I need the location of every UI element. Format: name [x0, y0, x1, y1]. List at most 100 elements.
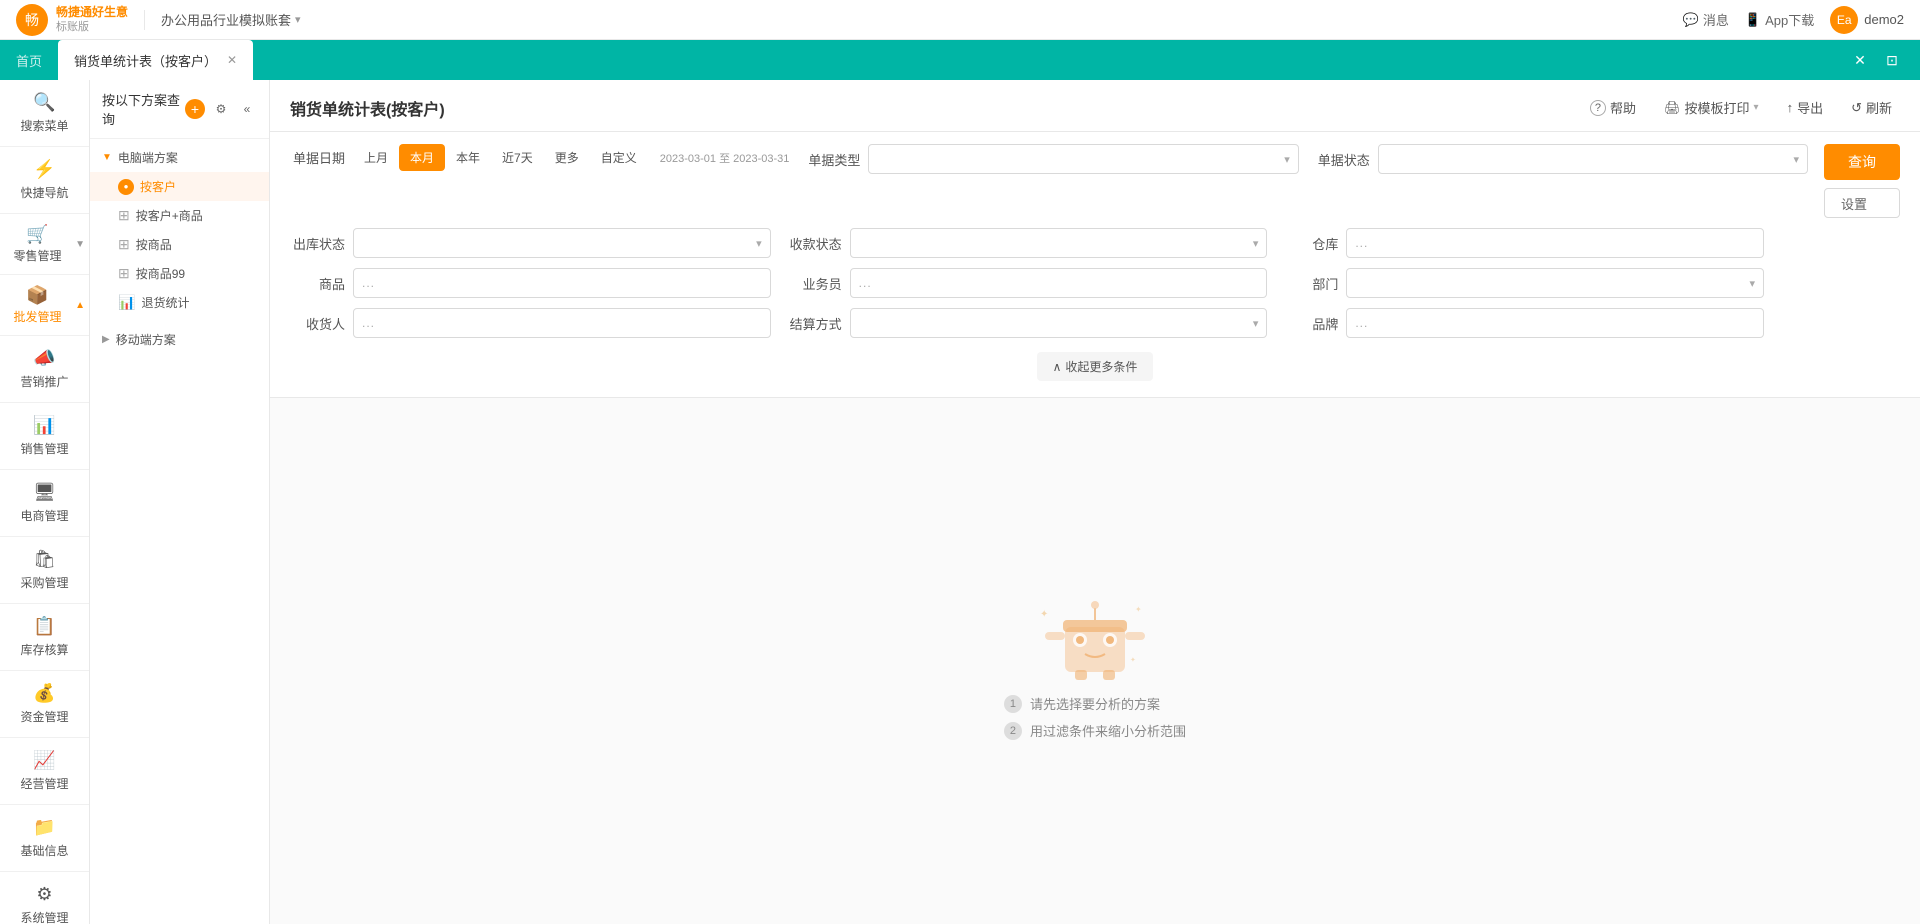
sidebar-item-operation[interactable]: 📈 经营管理: [0, 738, 89, 805]
sidebar-item-search-label: 搜索菜单: [20, 117, 68, 134]
tab-close-icon[interactable]: ✕: [227, 53, 237, 67]
order-type-group: 单据类型 ▾: [805, 144, 1298, 174]
tip-text-2: 用过滤条件来缩小分析范围: [1030, 721, 1186, 740]
settlement-input[interactable]: ▾: [850, 308, 1268, 338]
sidebar-item-purchase[interactable]: 🛍 采购管理: [0, 537, 89, 604]
return-stat-label: 退货统计: [141, 294, 189, 311]
sidebar-item-retail-label: 零售管理: [14, 247, 62, 264]
header-left: 畅 畅捷通好生意 标账版 办公用品行业模拟账套 ▾: [16, 4, 301, 36]
date-btn-more[interactable]: 更多: [544, 144, 590, 171]
product-input[interactable]: ...: [353, 268, 771, 298]
wholesale-icon: 📦: [26, 285, 48, 306]
help-icon: ?: [1590, 100, 1606, 116]
scheme-item-by-customer-product[interactable]: ⊞ 按客户+商品: [90, 201, 269, 230]
breadcrumb-chevron-icon: ▾: [295, 13, 301, 26]
receipt-arrow-icon: ▾: [1253, 237, 1259, 250]
scheme-item-by-product[interactable]: ⊞ 按商品: [90, 230, 269, 259]
system-icon: ⚙: [36, 884, 52, 905]
export-label: 导出: [1797, 98, 1823, 117]
sidebar-item-inventory[interactable]: 📋 库存核算: [0, 604, 89, 671]
salesperson-dots: ...: [859, 276, 872, 290]
order-status-input[interactable]: ▾: [1378, 144, 1808, 174]
settlement-arrow-icon: ▾: [1253, 317, 1259, 330]
by-customer-product-icon: ⊞: [118, 207, 130, 224]
breadcrumb-text: 办公用品行业模拟账套: [161, 10, 291, 29]
tip-num-1: 1: [1004, 695, 1022, 713]
scheme-item-return-stat[interactable]: 📊 退货统计: [90, 288, 269, 317]
settings-button[interactable]: 设置: [1824, 188, 1900, 218]
date-btn-custom[interactable]: 自定义: [590, 144, 648, 171]
sidebar-item-finance[interactable]: 💰 资金管理: [0, 671, 89, 738]
scheme-panel: 按以下方案查询 + ⚙ « ▼ 电脑端方案 ● 按客户 ⊞ 按客户+商品 ⊞: [90, 80, 270, 924]
date-btn-last-month[interactable]: 上月: [353, 144, 399, 171]
scheme-collapse-btn[interactable]: «: [237, 99, 257, 119]
tab-sales-stat[interactable]: 销货单统计表（按客户） ✕: [58, 40, 253, 80]
collapse-btn[interactable]: ∧ 收起更多条件: [1037, 352, 1154, 381]
scheme-settings-btn[interactable]: ⚙: [211, 99, 231, 119]
top-header: 畅 畅捷通好生意 标账版 办公用品行业模拟账套 ▾ 💬 消息 📱 App下载 E…: [0, 0, 1920, 40]
brand-input[interactable]: ...: [1346, 308, 1764, 338]
scheme-section-pc-title[interactable]: ▼ 电脑端方案: [90, 143, 269, 172]
tab-close-window-icon[interactable]: ✕: [1848, 48, 1872, 72]
marketing-icon: 📣: [33, 348, 55, 369]
print-dropdown-icon: ▾: [1754, 102, 1759, 113]
order-status-group: 单据状态 ▾: [1315, 144, 1808, 174]
sidebar-item-ecommerce-label: 电商管理: [20, 507, 68, 524]
by-product-label: 按商品: [136, 236, 172, 253]
scheme-section-mobile-title[interactable]: ▶ 移动端方案: [90, 325, 269, 354]
tab-bar: 首页 销货单统计表（按客户） ✕ ✕ ⊡: [0, 40, 1920, 80]
scheme-panel-header: 按以下方案查询 + ⚙ «: [90, 80, 269, 139]
date-btn-7days[interactable]: 近7天: [491, 144, 544, 171]
sidebar-item-sales-mgmt[interactable]: 📊 销售管理: [0, 403, 89, 470]
help-btn[interactable]: ? 帮助: [1582, 94, 1644, 121]
warehouse-dots: ...: [1355, 236, 1368, 250]
date-filter: 上月 本月 本年 近7天 更多 自定义: [353, 144, 648, 171]
order-type-input[interactable]: ▾: [868, 144, 1298, 174]
app-download-label: App下载: [1765, 10, 1814, 29]
empty-illustration: ✦ ✦ ✦: [1035, 582, 1155, 682]
scheme-section-pc: ▼ 电脑端方案 ● 按客户 ⊞ 按客户+商品 ⊞ 按商品 ⊞ 按商品99 📊 退…: [90, 139, 269, 321]
tab-restore-icon[interactable]: ⊡: [1880, 48, 1904, 72]
export-btn[interactable]: ↑ 导出: [1779, 94, 1832, 121]
sidebar-item-retail[interactable]: 🛒 零售管理 ▼: [0, 214, 89, 275]
sidebar-item-wholesale[interactable]: 📦 批发管理 ▲: [0, 275, 89, 336]
page-title: 销货单统计表(按客户): [290, 96, 445, 120]
recipient-input[interactable]: ...: [353, 308, 771, 338]
outbound-input[interactable]: ▾: [353, 228, 771, 258]
sidebar-item-ecommerce[interactable]: 🖥 电商管理: [0, 470, 89, 537]
sidebar-item-marketing[interactable]: 📣 营销推广: [0, 336, 89, 403]
date-btn-this-year[interactable]: 本年: [445, 144, 491, 171]
outbound-group: 出库状态 ▾: [290, 228, 771, 258]
warehouse-input[interactable]: ...: [1346, 228, 1764, 258]
by-product-icon: ⊞: [118, 236, 130, 253]
scheme-item-by-customer[interactable]: ● 按客户: [90, 172, 269, 201]
breadcrumb[interactable]: 办公用品行业模拟账套 ▾: [161, 10, 301, 29]
receipt-input[interactable]: ▾: [850, 228, 1268, 258]
sidebar-item-basic[interactable]: 📁 基础信息: [0, 805, 89, 872]
query-button[interactable]: 查询: [1824, 144, 1900, 180]
tab-home[interactable]: 首页: [0, 40, 58, 80]
export-icon: ↑: [1787, 100, 1794, 115]
sidebar-item-search[interactable]: 🔍 搜索菜单: [0, 80, 89, 147]
user-profile[interactable]: Ea demo2: [1830, 6, 1904, 34]
date-range-text: 2023-03-01 至 2023-03-31: [660, 150, 790, 166]
tab-home-label: 首页: [16, 51, 42, 70]
app-download-btn[interactable]: 📱 App下载: [1745, 10, 1814, 29]
tab-bar-actions: ✕ ⊡: [1848, 48, 1920, 72]
recipient-label: 收货人: [290, 314, 345, 333]
sidebar-item-system[interactable]: ⚙ 系统管理: [0, 872, 89, 924]
tip-text-1: 请先选择要分析的方案: [1030, 694, 1160, 713]
print-btn[interactable]: 🖨 按模板打印 ▾: [1656, 94, 1767, 121]
scheme-item-by-product99[interactable]: ⊞ 按商品99: [90, 259, 269, 288]
date-btn-this-month[interactable]: 本月: [399, 144, 445, 171]
svg-text:✦: ✦: [1040, 609, 1048, 620]
sidebar-item-quick-nav[interactable]: ⚡ 快捷导航: [0, 147, 89, 214]
filter-row-4: 收货人 ... 结算方式 ▾ 品牌 ...: [290, 308, 1900, 338]
message-btn[interactable]: 💬 消息: [1683, 10, 1729, 29]
brand-label: 品牌: [1283, 314, 1338, 333]
refresh-btn[interactable]: ↺ 刷新: [1843, 94, 1900, 121]
scheme-add-btn[interactable]: +: [185, 99, 205, 119]
salesperson-input[interactable]: ...: [850, 268, 1268, 298]
divider: [144, 10, 145, 30]
dept-input[interactable]: ▾: [1346, 268, 1764, 298]
